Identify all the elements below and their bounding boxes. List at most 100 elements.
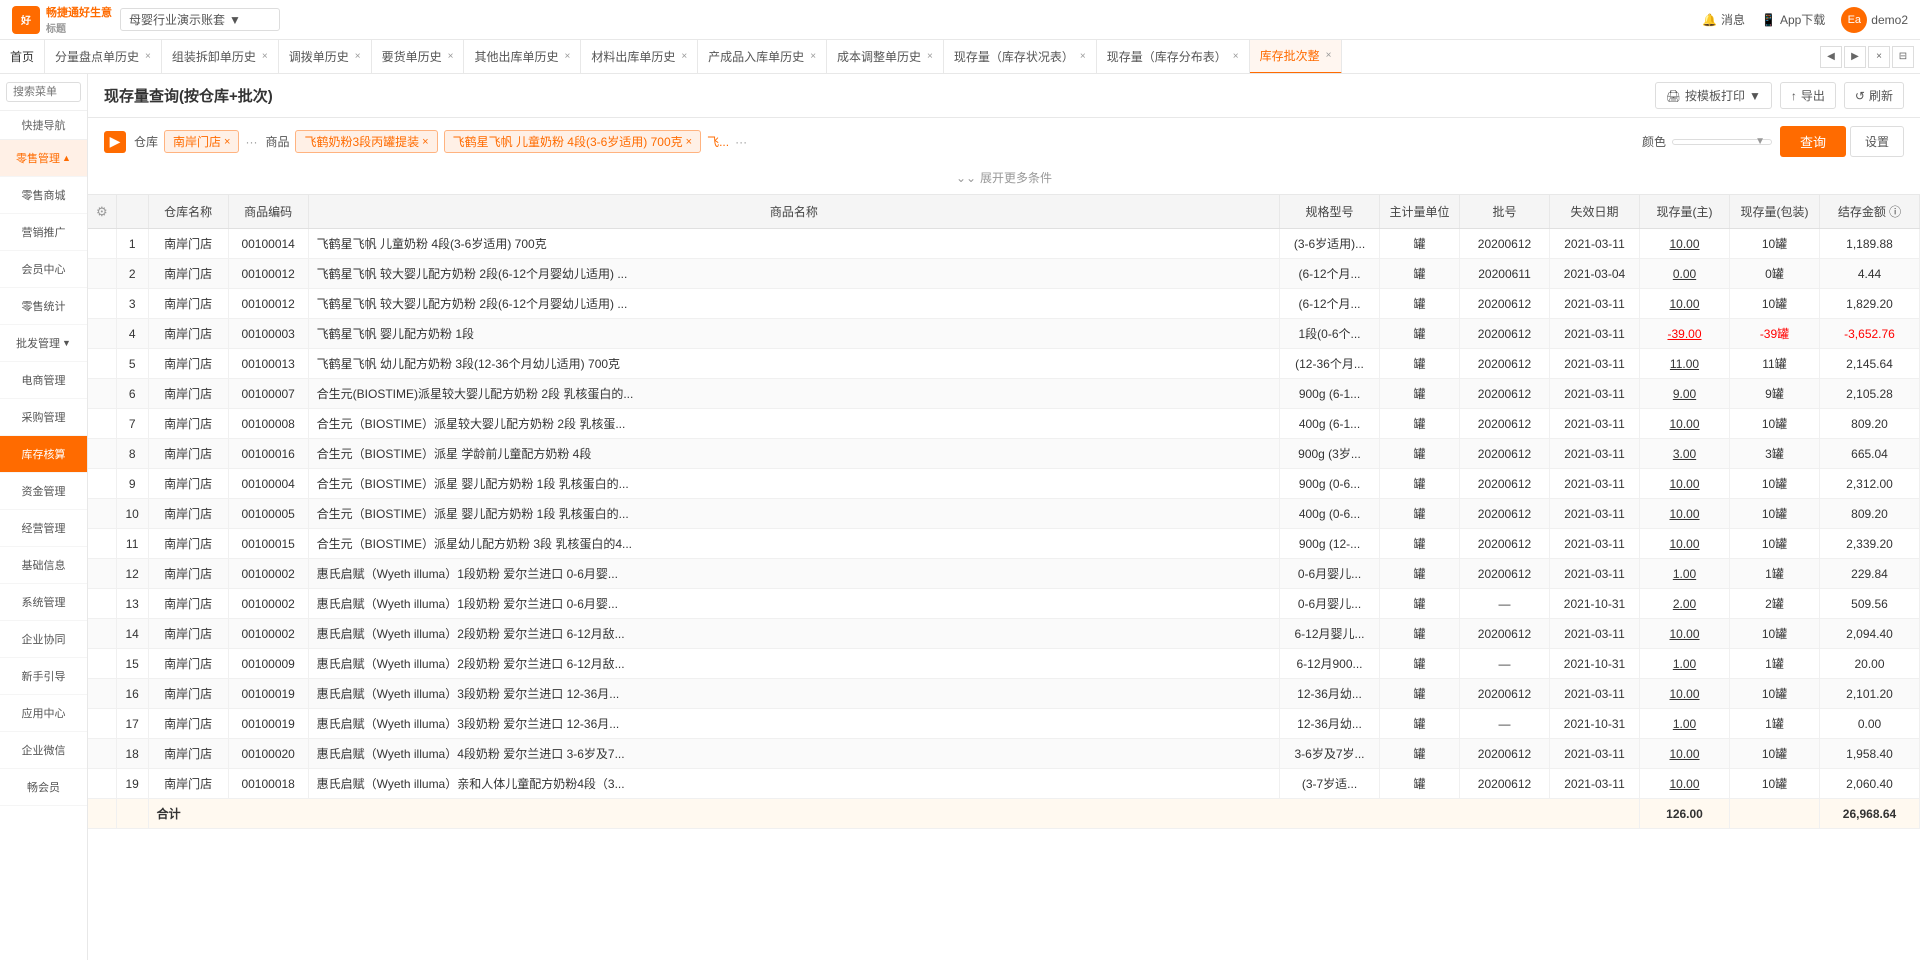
col-stock-main[interactable]: 2.00 — [1640, 589, 1730, 619]
col-stock-main[interactable]: 10.00 — [1640, 289, 1730, 319]
tab-close-zuchai[interactable]: × — [262, 51, 268, 62]
col-stock-main[interactable]: 1.00 — [1640, 559, 1730, 589]
tab-close-chengpin[interactable]: × — [810, 51, 816, 62]
tab-chengben[interactable]: 成本调整单历史 × — [827, 40, 944, 74]
col-expiry: 2021-03-11 — [1550, 349, 1640, 379]
sidebar-item-member[interactable]: 会员中心 — [0, 251, 87, 288]
tab-close-qitachu[interactable]: × — [564, 51, 570, 62]
tab-chengpin[interactable]: 产成品入库单历史 × — [698, 40, 827, 74]
col-stock-main[interactable]: 3.00 — [1640, 439, 1730, 469]
tab-close-picci[interactable]: × — [1326, 50, 1332, 61]
sidebar-item-wholesale[interactable]: 批发管理▼ — [0, 325, 87, 362]
export-btn[interactable]: ↑ 导出 — [1780, 82, 1836, 109]
tab-close-cailiao[interactable]: × — [681, 51, 687, 62]
col-spec: 400g (0-6... — [1280, 499, 1380, 529]
th-unit: 主计量单位 — [1380, 195, 1460, 229]
sidebar-search-input[interactable] — [6, 82, 81, 102]
tab-yaohu[interactable]: 要货单历史 × — [372, 40, 465, 74]
col-stock-main[interactable]: 11.00 — [1640, 349, 1730, 379]
sidebar-item-newguide[interactable]: 新手引导 — [0, 658, 87, 695]
tab-close-yaohu[interactable]: × — [448, 51, 454, 62]
col-settings — [88, 439, 116, 469]
tab-qitachu[interactable]: 其他出库单历史 × — [464, 40, 581, 74]
col-product-code: 00100016 — [228, 439, 308, 469]
tab-cailiao[interactable]: 材料出库单历史 × — [581, 40, 698, 74]
col-stock-main[interactable]: 1.00 — [1640, 709, 1730, 739]
sidebar-item-purchase[interactable]: 采购管理 — [0, 399, 87, 436]
expand-left-btn[interactable]: ▶ — [104, 131, 126, 153]
tab-close-all-btn[interactable]: × — [1868, 46, 1890, 68]
tab-close-fenku[interactable]: × — [145, 51, 151, 62]
sidebar: 快捷导航 零售管理▲ 零售商城 营销推广 会员中心 零售统计 批发管理▼ 电商管… — [0, 74, 88, 960]
tab-tiaopi[interactable]: 调拨单历史 × — [279, 40, 372, 74]
col-stock-main[interactable]: 10.00 — [1640, 229, 1730, 259]
col-unit: 罐 — [1380, 499, 1460, 529]
sidebar-item-member2[interactable]: 畅会员 — [0, 769, 87, 806]
product-tag-2-remove[interactable]: × — [686, 136, 692, 148]
col-balance: 2,101.20 — [1820, 679, 1920, 709]
col-stock-main[interactable]: 10.00 — [1640, 739, 1730, 769]
tab-zuchai[interactable]: 组装拆卸单历史 × — [162, 40, 279, 74]
tab-menu-btn[interactable]: ⊟ — [1892, 46, 1914, 68]
sidebar-item-basic[interactable]: 基础信息 — [0, 547, 87, 584]
sidebar-item-system[interactable]: 系统管理 — [0, 584, 87, 621]
tab-picci[interactable]: 库存批次整 × — [1250, 40, 1343, 74]
org-selector[interactable]: 母婴行业演示账套 ▼ — [120, 8, 280, 31]
col-stock-main[interactable]: 10.00 — [1640, 769, 1730, 799]
warehouse-tag-remove[interactable]: × — [224, 136, 230, 148]
col-stock-main[interactable]: 10.00 — [1640, 619, 1730, 649]
tab-fenku[interactable]: 分量盘点单历史 × — [45, 40, 162, 74]
refresh-btn[interactable]: ↺ 刷新 — [1844, 82, 1904, 109]
product-more-btn[interactable]: ··· — [735, 135, 747, 149]
col-stock-main[interactable]: 10.00 — [1640, 469, 1730, 499]
sidebar-item-marketing[interactable]: 营销推广 — [0, 214, 87, 251]
col-stock-main[interactable]: 10.00 — [1640, 409, 1730, 439]
sidebar-item-retail-stat[interactable]: 零售统计 — [0, 288, 87, 325]
settings-gear-icon[interactable]: ⚙ — [96, 204, 108, 219]
tab-close-tiaopi[interactable]: × — [355, 51, 361, 62]
col-stock-main[interactable]: 0.00 — [1640, 259, 1730, 289]
col-spec: 400g (6-1... — [1280, 409, 1380, 439]
tab-close-xianzai2[interactable]: × — [1233, 51, 1239, 62]
col-stock-main[interactable]: -39.00 — [1640, 319, 1730, 349]
sidebar-item-appcenter[interactable]: 应用中心 — [0, 695, 87, 732]
user-info[interactable]: Ea demo2 — [1841, 7, 1908, 33]
chevron-down-icon: ▼ — [229, 13, 241, 27]
col-stock-main[interactable]: 9.00 — [1640, 379, 1730, 409]
product-more[interactable]: 飞... — [707, 133, 729, 150]
col-stock-main[interactable]: 10.00 — [1640, 679, 1730, 709]
expand-more-btn[interactable]: ⌄⌄ 展开更多条件 — [956, 169, 1052, 186]
message-btn[interactable]: 🔔 消息 — [1702, 11, 1745, 28]
sidebar-item-operations[interactable]: 经营管理 — [0, 510, 87, 547]
sidebar-item-corpwechat[interactable]: 企业微信 — [0, 732, 87, 769]
col-stock-main[interactable]: 10.00 — [1640, 499, 1730, 529]
app-download-btn[interactable]: 📱 App下载 — [1761, 11, 1825, 28]
tab-home[interactable]: 首页 — [0, 40, 45, 74]
print-btn[interactable]: 🖨 按模板打印 ▼ — [1655, 82, 1772, 109]
col-batch: — — [1460, 589, 1550, 619]
col-no: 17 — [116, 709, 148, 739]
col-batch: 20200612 — [1460, 619, 1550, 649]
warehouse-more-btn[interactable]: ··· — [245, 135, 257, 149]
search-btn[interactable]: 查询 — [1780, 126, 1846, 157]
col-no: 12 — [116, 559, 148, 589]
settings-btn[interactable]: 设置 — [1850, 126, 1904, 157]
sidebar-item-enterprise[interactable]: 企业协同 — [0, 621, 87, 658]
product-tag-1-remove[interactable]: × — [422, 136, 428, 148]
col-balance: 20.00 — [1820, 649, 1920, 679]
col-stock-main[interactable]: 1.00 — [1640, 649, 1730, 679]
col-balance: 2,312.00 — [1820, 469, 1920, 499]
sidebar-item-ecommerce[interactable]: 电商管理 — [0, 362, 87, 399]
sidebar-item-retail-shop[interactable]: 零售商城 — [0, 177, 87, 214]
tab-next-btn[interactable]: ▶ — [1844, 46, 1866, 68]
tab-close-chengben[interactable]: × — [927, 51, 933, 62]
sidebar-quick-nav[interactable]: 快捷导航 — [0, 111, 87, 140]
tab-xianzai2[interactable]: 现存量（库存分布表） × — [1097, 40, 1250, 74]
tab-prev-btn[interactable]: ◀ — [1820, 46, 1842, 68]
sidebar-item-finance[interactable]: 资金管理 — [0, 473, 87, 510]
sidebar-item-retail[interactable]: 零售管理▲ — [0, 140, 87, 177]
sidebar-item-inventory[interactable]: 库存核算 — [0, 436, 87, 473]
tab-xianzai1[interactable]: 现存量（库存状况表） × — [944, 40, 1097, 74]
col-stock-main[interactable]: 10.00 — [1640, 529, 1730, 559]
tab-close-xianzai1[interactable]: × — [1080, 51, 1086, 62]
